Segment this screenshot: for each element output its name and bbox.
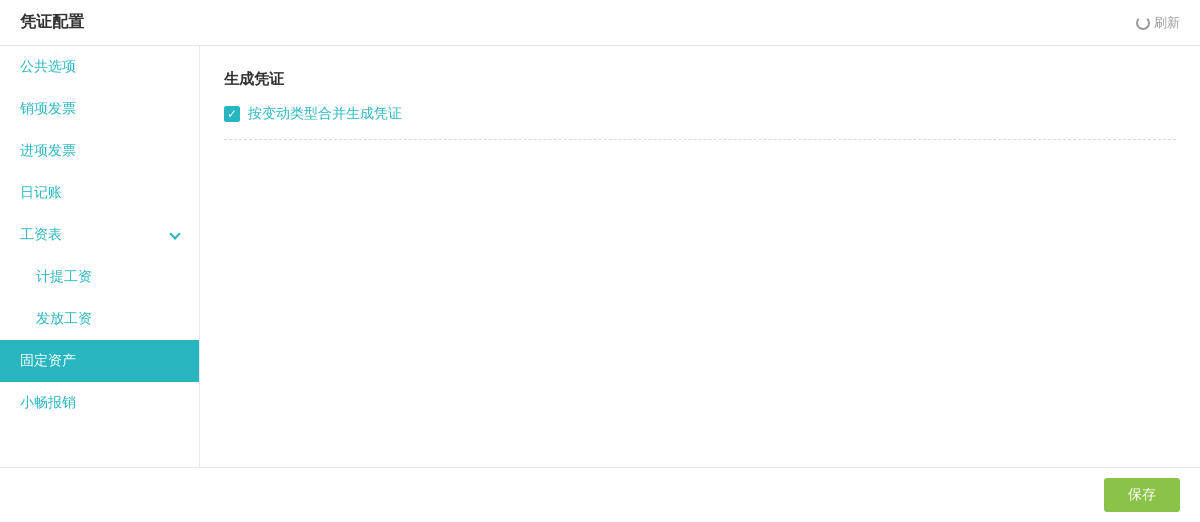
refresh-button[interactable]: 刷新 [1136, 14, 1180, 32]
sidebar-item-label: 固定资产 [20, 352, 76, 370]
save-button[interactable]: 保存 [1104, 478, 1180, 512]
sidebar-item-label: 发放工资 [36, 310, 92, 328]
sidebar-item-sales-invoice[interactable]: 销项发票 [0, 88, 199, 130]
sidebar-item-expense[interactable]: 小畅报销 [0, 382, 199, 424]
main-layout: 公共选项销项发票进项发票日记账工资表计提工资发放工资固定资产小畅报销 生成凭证 … [0, 46, 1200, 467]
page-title: 凭证配置 [20, 12, 84, 33]
sidebar-item-label: 工资表 [20, 226, 62, 244]
sidebar-item-label: 计提工资 [36, 268, 92, 286]
header: 凭证配置 刷新 [0, 0, 1200, 46]
sidebar: 公共选项销项发票进项发票日记账工资表计提工资发放工资固定资产小畅报销 [0, 46, 200, 467]
chevron-down-icon [169, 228, 180, 239]
sidebar-item-label: 小畅报销 [20, 394, 76, 412]
merge-checkbox[interactable]: ✓ [224, 106, 240, 122]
sidebar-item-calc-salary[interactable]: 计提工资 [0, 256, 199, 298]
sidebar-item-public[interactable]: 公共选项 [0, 46, 199, 88]
page-wrapper: 凭证配置 刷新 公共选项销项发票进项发票日记账工资表计提工资发放工资固定资产小畅… [0, 0, 1200, 522]
sidebar-item-purchase-invoice[interactable]: 进项发票 [0, 130, 199, 172]
sidebar-item-label: 日记账 [20, 184, 62, 202]
checkbox-row: ✓ 按变动类型合并生成凭证 [224, 105, 1176, 123]
refresh-label: 刷新 [1154, 14, 1180, 32]
sidebar-item-fixed-assets[interactable]: 固定资产 [0, 340, 199, 382]
sidebar-item-label: 销项发票 [20, 100, 76, 118]
sidebar-item-journal[interactable]: 日记账 [0, 172, 199, 214]
section-title: 生成凭证 [224, 70, 1176, 89]
check-mark: ✓ [227, 108, 237, 120]
sidebar-item-payroll[interactable]: 工资表 [0, 214, 199, 256]
section-divider [224, 139, 1176, 140]
checkbox-label: 按变动类型合并生成凭证 [248, 105, 402, 123]
sidebar-item-issue-salary[interactable]: 发放工资 [0, 298, 199, 340]
sidebar-item-label: 进项发票 [20, 142, 76, 160]
footer: 保存 [0, 467, 1200, 522]
sidebar-item-label: 公共选项 [20, 58, 76, 76]
content-area: 生成凭证 ✓ 按变动类型合并生成凭证 [200, 46, 1200, 467]
refresh-icon [1136, 16, 1150, 30]
